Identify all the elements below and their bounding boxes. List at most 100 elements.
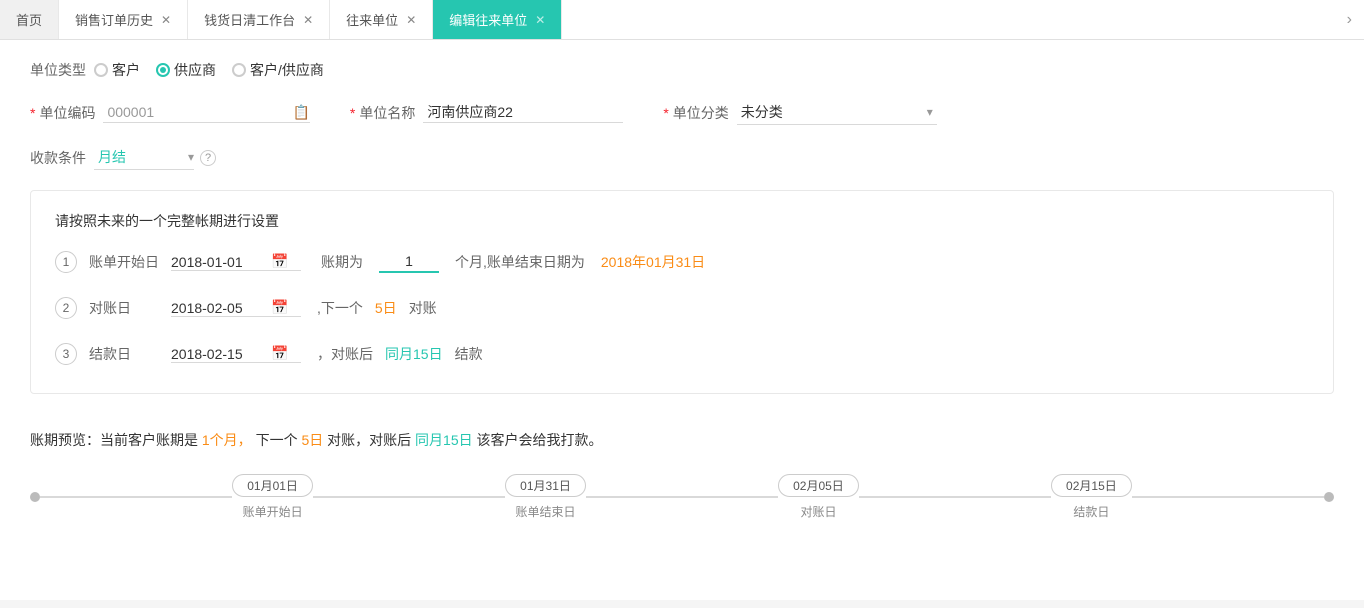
timeline-container: 01月01日 账单开始日 01月31日 账单结束日 02月05日 对账日 02月… — [30, 474, 1334, 520]
tab-edit-partner-label: 编辑往来单位 — [449, 10, 527, 29]
step2-calendar-icon[interactable]: 📅 — [271, 299, 288, 316]
radio-customer-circle — [94, 63, 108, 77]
timeline-node-2-label: 账单结束日 — [516, 503, 576, 520]
tab-edit-partner-close[interactable]: ✕ — [535, 13, 545, 27]
timeline-node-4: 02月15日 结款日 — [1051, 474, 1132, 520]
radio-both-circle — [232, 63, 246, 77]
preview-suffix: 该客户会给我打款。 — [477, 432, 603, 448]
step2-date-input[interactable] — [171, 300, 271, 316]
step1-date-input[interactable] — [171, 254, 271, 270]
timeline-node-1: 01月01日 账单开始日 — [232, 474, 313, 520]
step3-desc-highlight: 同月15日 — [385, 344, 443, 364]
timeline-node-3: 02月05日 对账日 — [778, 474, 859, 520]
step3-num: 3 — [55, 343, 77, 365]
preview-text: 账期预览：当前客户账期是 1个月， 下一个 5日 对账，对账后 同月15日 该客… — [30, 430, 1334, 450]
tab-partner-label: 往来单位 — [346, 10, 398, 29]
tab-bar: 首页 销售订单历史 ✕ 钱货日清工作台 ✕ 往来单位 ✕ 编辑往来单位 ✕ › — [0, 0, 1364, 40]
timeline-node-2-date: 01月31日 — [505, 474, 586, 497]
step3-label: 结款日 — [89, 344, 159, 364]
timeline-node-4-date: 02月15日 — [1051, 474, 1132, 497]
setting-title: 请按照未来的一个完整帐期进行设置 — [55, 211, 1309, 231]
unit-category-group: * 单位分类 未分类 ▾ — [663, 100, 936, 125]
unit-name-input-wrapper — [423, 102, 623, 123]
step1-period-end-date: 2018年01月31日 — [601, 252, 705, 272]
step3-date-input[interactable] — [171, 346, 271, 362]
step1-label: 账单开始日 — [89, 252, 159, 272]
timeline-node-4-label: 结款日 — [1073, 503, 1109, 520]
preview-middle: 下一个 — [256, 432, 298, 448]
tab-cash-work-close[interactable]: ✕ — [303, 13, 313, 27]
step2-desc-highlight: 5日 — [375, 298, 397, 318]
timeline-line-4 — [859, 496, 1051, 498]
preview-highlight3: 同月15日 — [415, 432, 473, 448]
tab-partner-close[interactable]: ✕ — [406, 13, 416, 27]
step2-desc-prefix: ,下一个 — [317, 298, 363, 318]
step2-row: 2 对账日 📅 ,下一个 5日 对账 — [55, 297, 1309, 319]
preview-prefix: 账期预览：当前客户账期是 — [30, 432, 198, 448]
step3-desc-suffix: 结款 — [455, 344, 483, 364]
tab-expand-button[interactable]: › — [1335, 0, 1364, 39]
unit-type-group: 单位类型 客户 供应商 客户/供应商 — [30, 60, 324, 80]
step1-period-label: 账期为 — [321, 252, 363, 272]
step2-num: 2 — [55, 297, 77, 319]
radio-customer[interactable]: 客户 — [94, 60, 140, 80]
main-content: 单位类型 客户 供应商 客户/供应商 * 单位编码 — [0, 40, 1364, 600]
unit-info-row: * 单位编码 📋 * 单位名称 * 单位分类 未分类 ▾ — [30, 100, 1334, 125]
tab-sales-history-label: 销售订单历史 — [75, 10, 153, 29]
timeline-end-dot — [1324, 492, 1334, 502]
step2-label: 对账日 — [89, 298, 159, 318]
payment-group: 收款条件 月结 ▾ ? — [30, 145, 216, 170]
unit-name-input[interactable] — [423, 102, 623, 122]
tab-partner[interactable]: 往来单位 ✕ — [330, 0, 433, 39]
tab-home[interactable]: 首页 — [0, 0, 59, 39]
payment-help-icon[interactable]: ? — [200, 150, 216, 166]
timeline-line-5 — [1132, 496, 1324, 498]
tab-sales-history[interactable]: 销售订单历史 ✕ — [59, 0, 188, 39]
tab-home-label: 首页 — [16, 10, 42, 29]
unit-category-value: 未分类 — [741, 102, 923, 122]
preview-middle2: 对账，对账后 — [327, 432, 411, 448]
radio-supplier-label: 供应商 — [174, 60, 216, 80]
payment-value: 月结 — [94, 145, 188, 169]
radio-both[interactable]: 客户/供应商 — [232, 60, 324, 80]
timeline-node-2: 01月31日 账单结束日 — [505, 474, 586, 520]
unit-category-label: 单位分类 — [673, 103, 729, 123]
step1-period-input[interactable] — [379, 251, 439, 273]
step3-row: 3 结款日 📅 ，对账后 同月15日 结款 — [55, 343, 1309, 365]
unit-category-dropdown[interactable]: 未分类 ▾ — [737, 100, 937, 125]
step1-date-input-wrapper: 📅 — [171, 253, 301, 271]
unit-category-arrow-icon: ▾ — [927, 105, 933, 119]
step1-row: 1 账单开始日 📅 账期为 个月,账单结束日期为 2018年01月31日 — [55, 251, 1309, 273]
unit-type-label: 单位类型 — [30, 60, 86, 80]
tab-sales-history-close[interactable]: ✕ — [161, 13, 171, 27]
tab-cash-work[interactable]: 钱货日清工作台 ✕ — [188, 0, 330, 39]
unit-code-input[interactable] — [103, 102, 292, 122]
step2-date-input-wrapper: 📅 — [171, 299, 301, 317]
payment-select[interactable]: 月结 ▾ — [94, 145, 194, 170]
tab-cash-work-label: 钱货日清工作台 — [204, 10, 295, 29]
setting-box: 请按照未来的一个完整帐期进行设置 1 账单开始日 📅 账期为 个月,账单结束日期… — [30, 190, 1334, 394]
step3-calendar-icon[interactable]: 📅 — [271, 345, 288, 362]
unit-name-label: 单位名称 — [359, 103, 415, 123]
payment-label: 收款条件 — [30, 148, 86, 168]
preview-highlight2: 5日 — [301, 432, 323, 448]
step1-num: 1 — [55, 251, 77, 273]
timeline-line-3 — [586, 496, 778, 498]
payment-arrow-icon: ▾ — [188, 150, 194, 164]
unit-code-label: 单位编码 — [39, 103, 95, 123]
step1-calendar-icon[interactable]: 📅 — [271, 253, 288, 270]
tab-edit-partner[interactable]: 编辑往来单位 ✕ — [433, 0, 562, 39]
unit-code-icon[interactable]: 📋 — [292, 104, 309, 121]
step2-desc-suffix: 对账 — [409, 298, 437, 318]
radio-supplier-circle — [156, 63, 170, 77]
timeline-node-3-date: 02月05日 — [778, 474, 859, 497]
unit-category-star: * — [663, 105, 668, 121]
unit-type-radio-group: 客户 供应商 客户/供应商 — [94, 60, 324, 80]
preview-highlight1: 1个月， — [202, 432, 252, 448]
step3-desc-prefix: ，对账后 — [317, 344, 373, 364]
unit-name-star: * — [350, 105, 355, 121]
timeline-start-dot — [30, 492, 40, 502]
timeline-line-1 — [40, 496, 232, 498]
timeline-node-3-label: 对账日 — [800, 503, 836, 520]
radio-supplier[interactable]: 供应商 — [156, 60, 216, 80]
